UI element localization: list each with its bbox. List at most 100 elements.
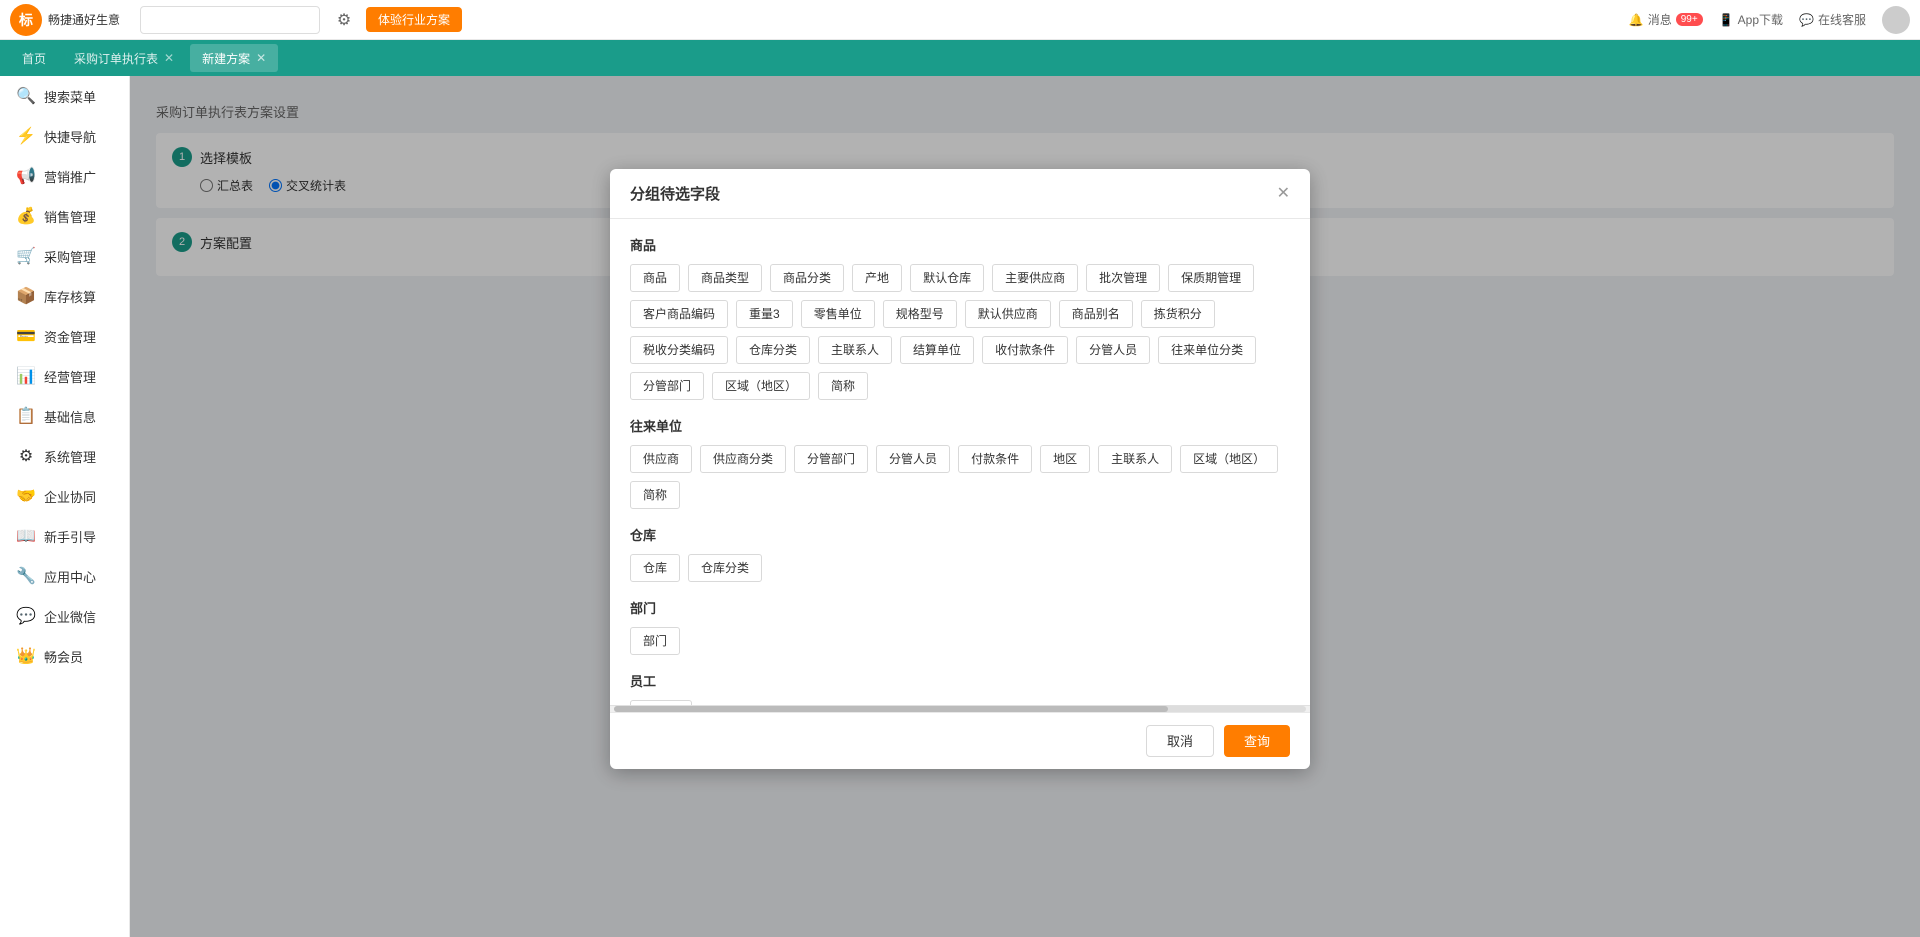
field-tags: 商品商品类型商品分类产地默认仓库主要供应商批次管理保质期管理客户商品编码重量3 零… — [630, 264, 1290, 400]
sidebar-item-vip[interactable]: 👑 畅会员 — [0, 636, 129, 676]
field-tag[interactable]: 收付款条件 — [982, 336, 1068, 364]
field-tag[interactable]: 区域（地区） — [1180, 445, 1278, 473]
online-service-icon: 💬 — [1799, 13, 1814, 27]
field-tag[interactable]: 区域（地区） — [712, 372, 810, 400]
notification-icon: 🔔 — [1629, 13, 1644, 27]
field-tag[interactable]: 默认供应商 — [965, 300, 1051, 328]
search-icon: 🔍 — [16, 86, 36, 106]
sidebar-item-sales[interactable]: 💰 销售管理 — [0, 196, 129, 236]
field-tag[interactable]: 产地 — [852, 264, 902, 292]
field-tag[interactable]: 主联系人 — [818, 336, 892, 364]
wechat-icon: 💬 — [16, 606, 36, 626]
shortcuts-icon: ⚡ — [16, 126, 36, 146]
sidebar-item-purchase[interactable]: 🛒 采购管理 — [0, 236, 129, 276]
field-tag[interactable]: 分管部门 — [630, 372, 704, 400]
sidebar-item-collab-label: 企业协同 — [44, 487, 96, 506]
field-tag[interactable]: 拣货积分 — [1141, 300, 1215, 328]
settings-button[interactable]: ⚙ — [330, 6, 358, 34]
sidebar-item-basics[interactable]: 📋 基础信息 — [0, 396, 129, 436]
field-tag[interactable]: 主要供应商 — [992, 264, 1078, 292]
sidebar-item-shortcuts[interactable]: ⚡ 快捷导航 — [0, 116, 129, 156]
dialog-header: 分组待选字段 ✕ — [610, 169, 1310, 219]
sidebar-item-finance[interactable]: 💳 资金管理 — [0, 316, 129, 356]
field-tag[interactable]: 结算单位 — [900, 336, 974, 364]
field-tags: 仓库仓库分类 — [630, 554, 1290, 582]
online-service-item[interactable]: 💬 在线客服 — [1799, 11, 1866, 28]
tab-purchase[interactable]: 采购订单执行表 ✕ — [62, 44, 186, 72]
field-tag[interactable]: 批次管理 — [1086, 264, 1160, 292]
sidebar-item-guide-label: 新手引导 — [44, 527, 96, 546]
field-tag[interactable]: 商品 — [630, 264, 680, 292]
field-tag[interactable]: 主联系人 — [1098, 445, 1172, 473]
field-tag[interactable]: 保质期管理 — [1168, 264, 1254, 292]
tab-bar: 首页 采购订单执行表 ✕ 新建方案 ✕ — [0, 40, 1920, 76]
top-right: 🔔 消息 99+ 📱 App下载 💬 在线客服 — [1629, 6, 1910, 34]
field-tag[interactable]: 付款条件 — [958, 445, 1032, 473]
field-tag[interactable]: 分管部门 — [794, 445, 868, 473]
field-group-仓库: 仓库仓库仓库分类 — [630, 525, 1290, 582]
field-tag[interactable]: 供应商分类 — [700, 445, 786, 473]
field-tag[interactable]: 仓库分类 — [736, 336, 810, 364]
field-tag[interactable]: 简称 — [630, 481, 680, 509]
sidebar-item-apps[interactable]: 🔧 应用中心 — [0, 556, 129, 596]
logo-text: 畅捷通好生意 — [48, 11, 120, 28]
sidebar-item-inventory[interactable]: 📦 库存核算 — [0, 276, 129, 316]
field-group-title: 部门 — [630, 598, 1290, 617]
field-tag[interactable]: 仓库分类 — [688, 554, 762, 582]
field-group-title: 往来单位 — [630, 416, 1290, 435]
tab-home-label: 首页 — [22, 50, 46, 67]
dialog-footer: 取消 查询 — [610, 712, 1310, 769]
sidebar-item-system[interactable]: ⚙ 系统管理 — [0, 436, 129, 476]
field-tag[interactable]: 简称 — [818, 372, 868, 400]
sidebar-item-collab[interactable]: 🤝 企业协同 — [0, 476, 129, 516]
guide-icon: 📖 — [16, 526, 36, 546]
field-tag[interactable]: 商品类型 — [688, 264, 762, 292]
app-download-item[interactable]: 📱 App下载 — [1719, 11, 1783, 28]
dialog-body[interactable]: 商品商品商品类型商品分类产地默认仓库主要供应商批次管理保质期管理客户商品编码重量… — [610, 219, 1310, 705]
online-service-label: 在线客服 — [1818, 11, 1866, 28]
field-group-员工: 员工业务员 — [630, 671, 1290, 705]
sidebar-item-marketing[interactable]: 📢 营销推广 — [0, 156, 129, 196]
sidebar-item-shortcuts-label: 快捷导航 — [44, 127, 96, 146]
try-industry-button[interactable]: 体验行业方案 — [366, 7, 462, 32]
field-tag[interactable]: 分管人员 — [1076, 336, 1150, 364]
sidebar-item-search-label: 搜索菜单 — [44, 87, 96, 106]
field-tag[interactable]: 客户商品编码 — [630, 300, 728, 328]
confirm-button[interactable]: 查询 — [1224, 725, 1290, 757]
tab-new-plan-close[interactable]: ✕ — [256, 51, 266, 65]
field-tag[interactable]: 分管人员 — [876, 445, 950, 473]
field-tag[interactable]: 供应商 — [630, 445, 692, 473]
sidebar-item-operations[interactable]: 📊 经营管理 — [0, 356, 129, 396]
notification-item[interactable]: 🔔 消息 99+ — [1629, 11, 1703, 28]
field-tag[interactable]: 部门 — [630, 627, 680, 655]
dialog-close-button[interactable]: ✕ — [1277, 183, 1290, 203]
purchase-icon: 🛒 — [16, 246, 36, 266]
avatar[interactable] — [1882, 6, 1910, 34]
field-tag[interactable]: 零售单位 — [801, 300, 875, 328]
search-input[interactable] — [140, 6, 320, 34]
field-tag[interactable]: 默认仓库 — [910, 264, 984, 292]
sidebar-item-wechat[interactable]: 💬 企业微信 — [0, 596, 129, 636]
field-tags: 供应商供应商分类分管部门分管人员付款条件地区主联系人区域（地区） 简称 — [630, 445, 1290, 509]
field-tag[interactable]: 规格型号 — [883, 300, 957, 328]
field-tag[interactable]: 重量3 — [736, 300, 793, 328]
field-tag[interactable]: 仓库 — [630, 554, 680, 582]
tab-new-plan-label: 新建方案 — [202, 50, 250, 67]
sidebar-item-basics-label: 基础信息 — [44, 407, 96, 426]
field-tag[interactable]: 地区 — [1040, 445, 1090, 473]
sidebar-item-search[interactable]: 🔍 搜索菜单 — [0, 76, 129, 116]
field-tag[interactable]: 税收分类编码 — [630, 336, 728, 364]
sidebar-item-system-label: 系统管理 — [44, 447, 96, 466]
sidebar-item-guide[interactable]: 📖 新手引导 — [0, 516, 129, 556]
tab-new-plan[interactable]: 新建方案 ✕ — [190, 44, 278, 72]
horizontal-scrollbar[interactable] — [610, 705, 1310, 712]
tab-purchase-close[interactable]: ✕ — [164, 51, 174, 65]
field-tag[interactable]: 往来单位分类 — [1158, 336, 1256, 364]
field-tag[interactable]: 商品分类 — [770, 264, 844, 292]
app-download-icon: 📱 — [1719, 13, 1734, 27]
top-header: 标 畅捷通好生意 ⚙ 体验行业方案 🔔 消息 99+ 📱 App下载 💬 在线客… — [0, 0, 1920, 40]
field-tag[interactable]: 商品别名 — [1059, 300, 1133, 328]
cancel-button[interactable]: 取消 — [1146, 725, 1214, 757]
sidebar-item-wechat-label: 企业微信 — [44, 607, 96, 626]
tab-home[interactable]: 首页 — [10, 44, 58, 72]
